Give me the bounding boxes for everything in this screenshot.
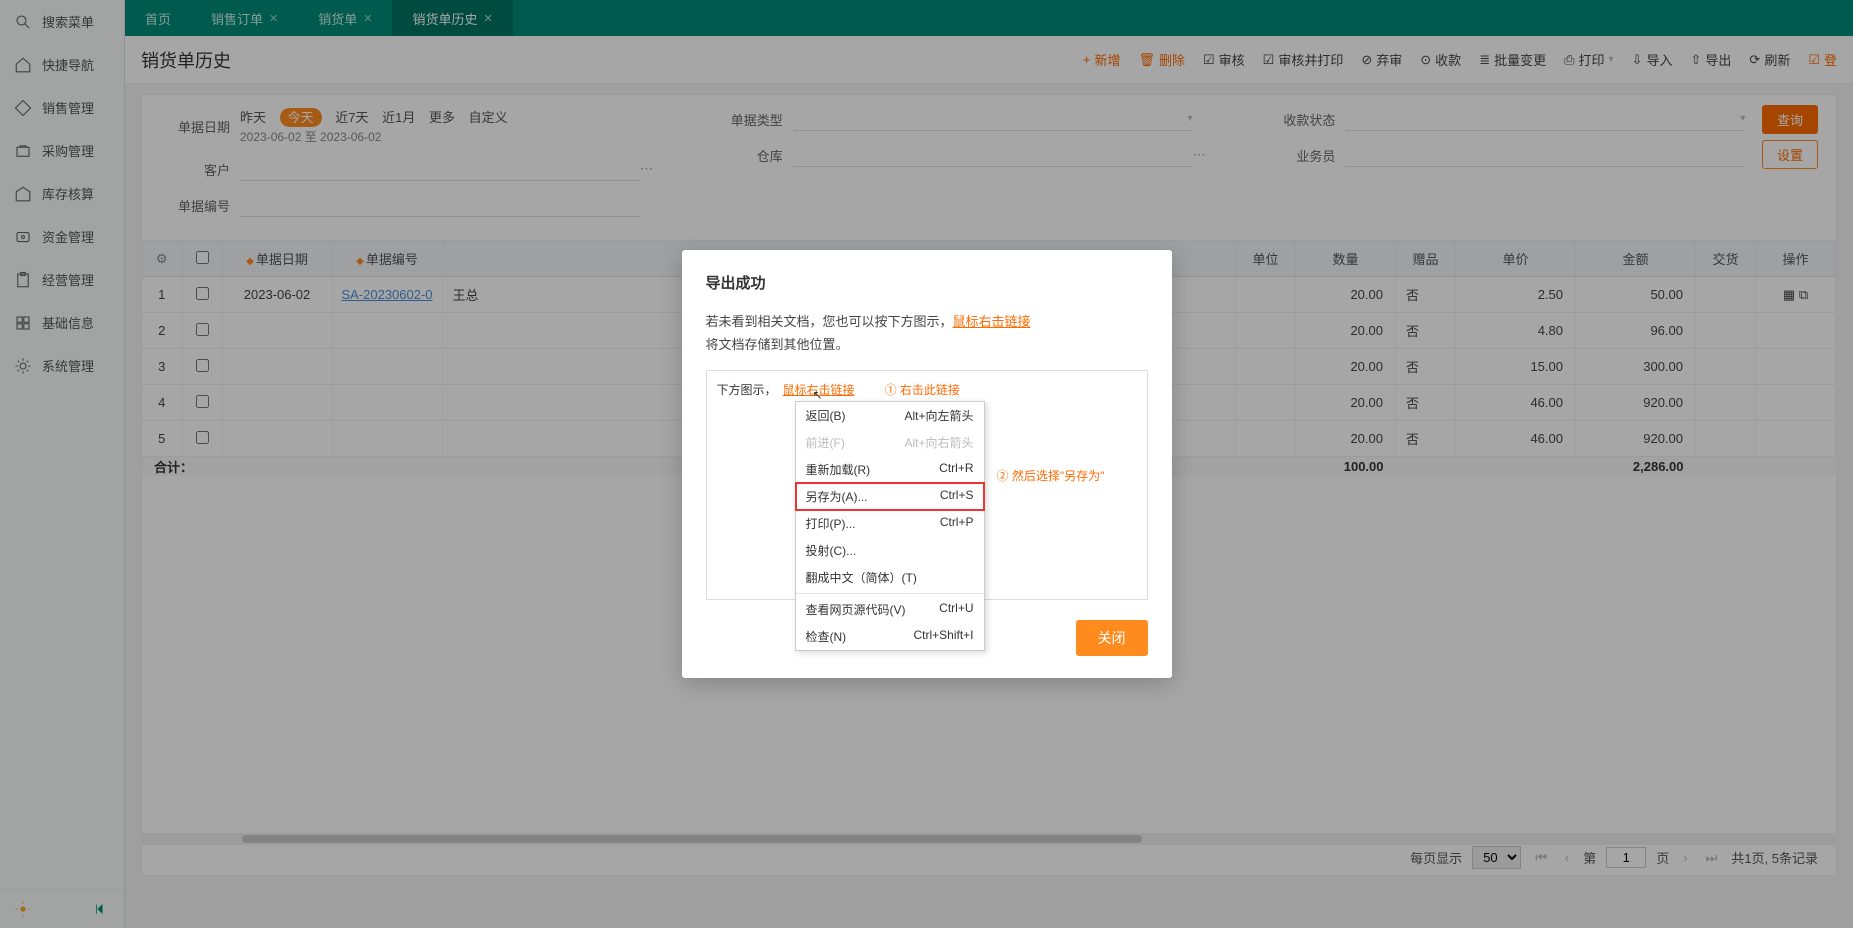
rightclick-link[interactable]: 鼠标右击链接 <box>953 314 1031 329</box>
ctx-item: 另存为(A)...Ctrl+S <box>796 483 984 510</box>
ctx-item: 打印(P)...Ctrl+P <box>796 510 984 537</box>
ctx-item: 前进(F)Alt+向右箭头 <box>796 429 984 456</box>
ctx-item: 翻成中文（简体）(T) <box>796 564 984 591</box>
modal-desc: 若未看到相关文档，您也可以按下方图示，鼠标右击链接 将文档存储到其他位置。 <box>706 311 1148 355</box>
ctx-item: 投射(C)... <box>796 537 984 564</box>
tip2: ② 然后选择"另存为" <box>997 467 1105 484</box>
modal-illustration: 下方图示， 鼠标右击链接 ↖ ① 右击此链接 返回(B)Alt+向左箭头前进(F… <box>706 370 1148 600</box>
context-menu: 返回(B)Alt+向左箭头前进(F)Alt+向右箭头重新加载(R)Ctrl+R另… <box>795 401 985 651</box>
modal-title: 导出成功 <box>706 272 1148 293</box>
modal-overlay: 导出成功 若未看到相关文档，您也可以按下方图示，鼠标右击链接 将文档存储到其他位… <box>0 0 1853 928</box>
ctx-item: 返回(B)Alt+向左箭头 <box>796 402 984 429</box>
ctx-item: 查看网页源代码(V)Ctrl+U <box>796 596 984 623</box>
ctx-item: 重新加载(R)Ctrl+R <box>796 456 984 483</box>
ctx-item: 检查(N)Ctrl+Shift+I <box>796 623 984 650</box>
close-button[interactable]: 关闭 <box>1076 620 1148 656</box>
export-success-modal: 导出成功 若未看到相关文档，您也可以按下方图示，鼠标右击链接 将文档存储到其他位… <box>682 250 1172 677</box>
tip1: ① 右击此链接 <box>885 381 960 398</box>
